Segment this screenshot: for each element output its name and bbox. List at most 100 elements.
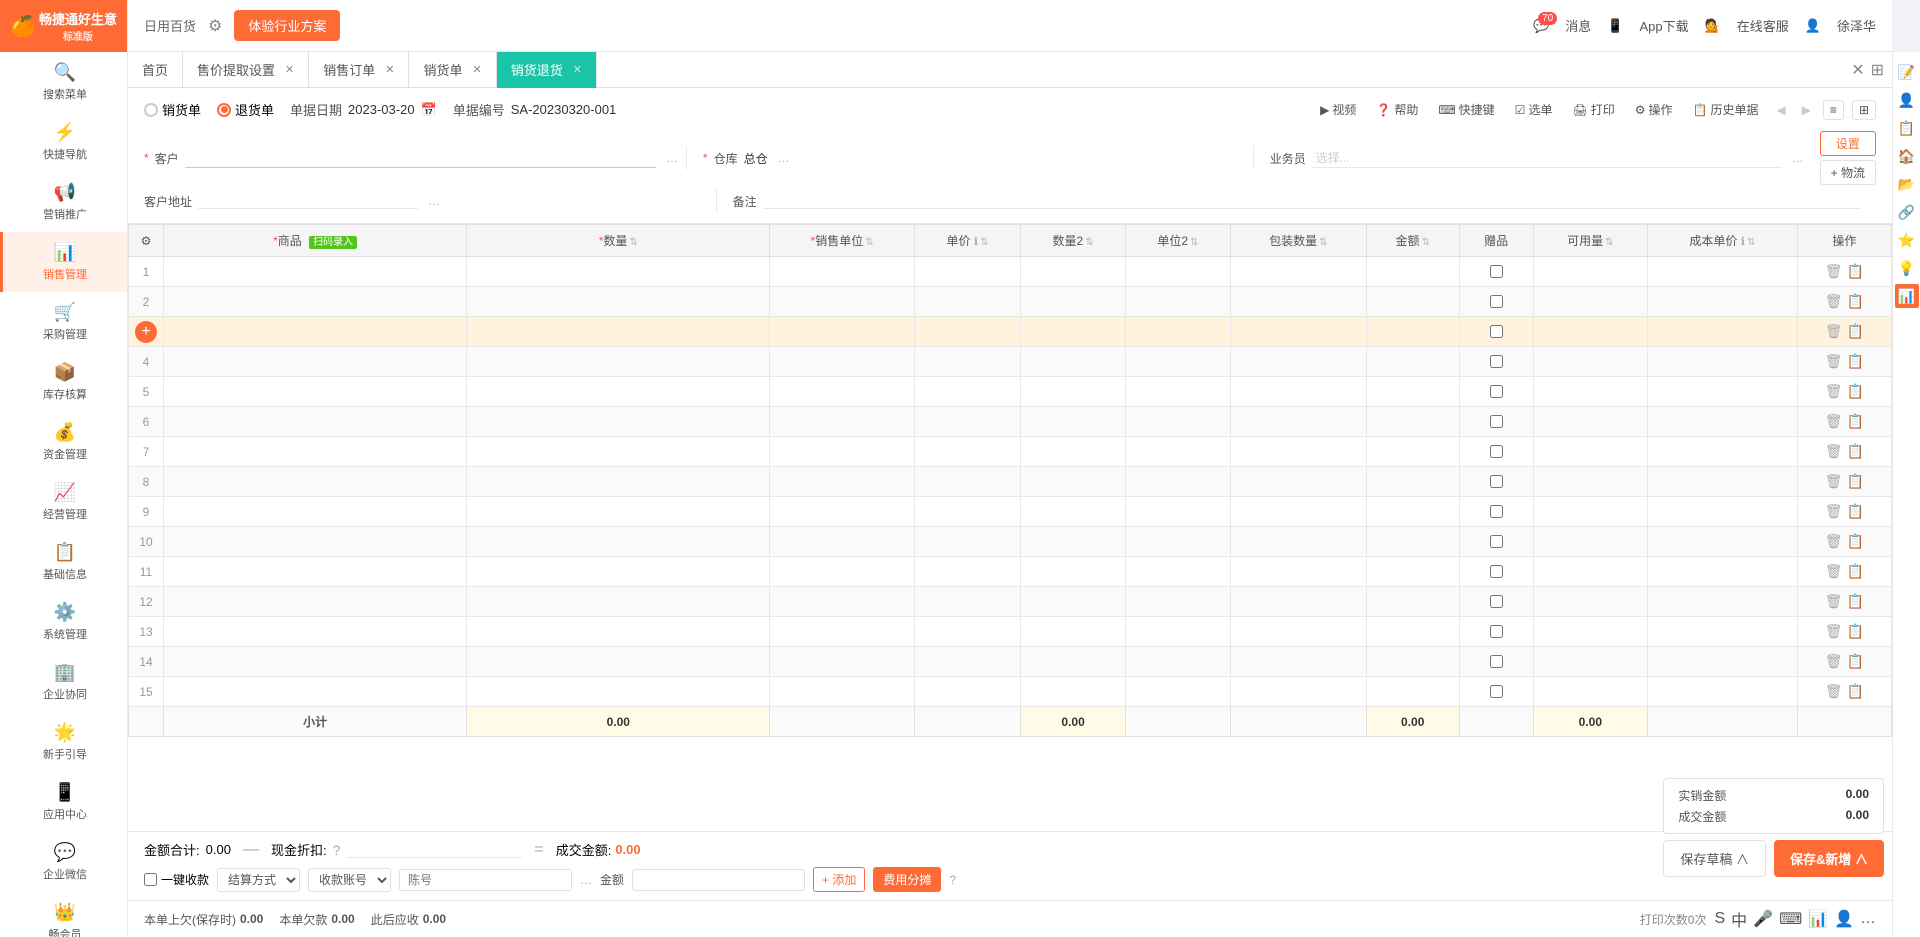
copy-icon-active[interactable]: 📋 (1847, 323, 1864, 340)
qty2-sort-icon[interactable]: ⇅ (1085, 237, 1093, 248)
customer-input[interactable] (185, 149, 656, 168)
delete-icon-13[interactable]: 🗑 (1825, 623, 1843, 640)
gift-checkbox-1[interactable] (1490, 265, 1503, 278)
account-select[interactable]: 收款账号 (308, 868, 391, 892)
toolbar-shortcut[interactable]: ⌨ 快捷键 (1432, 98, 1500, 121)
add-row-button[interactable]: + (135, 321, 157, 343)
copy-icon-2[interactable]: 📋 (1847, 293, 1864, 310)
delete-icon-14[interactable]: 🗑 (1825, 653, 1843, 670)
sidebar-item-quicknav[interactable]: ⚡ 快捷导航 (0, 112, 127, 172)
gift-checkbox-13[interactable] (1490, 625, 1503, 638)
tab-sales-order-close[interactable]: ✕ (385, 63, 394, 76)
table-icon[interactable]: 📊 (1808, 909, 1828, 929)
delete-icon-8[interactable]: 🗑 (1825, 473, 1843, 490)
sidebar-item-newguide[interactable]: 🌟 新手引导 (0, 712, 127, 772)
sales-unit-sort-icon[interactable]: ⇅ (865, 237, 873, 248)
pack-qty-cell-1[interactable] (1230, 257, 1366, 287)
gift-cell-11[interactable] (1459, 557, 1533, 587)
logistics-button[interactable]: + 物流 (1820, 160, 1876, 185)
qty2-cell-1[interactable] (1021, 257, 1126, 287)
qty-cell-1[interactable] (467, 257, 770, 287)
unit-price-cell-2[interactable] (914, 287, 1020, 317)
unit2-sort-icon[interactable]: ⇅ (1190, 237, 1198, 248)
right-sidebar-icon-4[interactable]: 🏠 (1895, 144, 1919, 168)
available-cell-1[interactable] (1533, 257, 1647, 287)
pack-qty-cell-2[interactable] (1230, 287, 1366, 317)
gift-checkbox-10[interactable] (1490, 535, 1503, 548)
ellipsis-icon[interactable]: … (1860, 910, 1876, 928)
gift-cell-8[interactable] (1459, 467, 1533, 497)
sidebar-item-system[interactable]: ⚙️ 系统管理 (0, 592, 127, 652)
sidebar-item-wechat[interactable]: 💬 企业微信 (0, 832, 127, 892)
toolbar-print[interactable]: 🖨 打印 (1566, 98, 1620, 121)
copy-icon-7[interactable]: 📋 (1847, 443, 1864, 460)
sales-unit-cell-2[interactable] (770, 287, 915, 317)
copy-icon-4[interactable]: 📋 (1847, 353, 1864, 370)
copy-icon-5[interactable]: 📋 (1847, 383, 1864, 400)
tab-home[interactable]: 首页 (128, 52, 183, 88)
delete-icon-12[interactable]: 🗑 (1825, 593, 1843, 610)
payment-checkbox[interactable] (144, 873, 157, 886)
delete-icon-6[interactable]: 🗑 (1825, 413, 1843, 430)
gift-checkbox-4[interactable] (1490, 355, 1503, 368)
gift-checkbox-9[interactable] (1490, 505, 1503, 518)
amount-input[interactable] (632, 869, 805, 891)
copy-icon-1[interactable]: 📋 (1847, 263, 1864, 280)
copy-icon-8[interactable]: 📋 (1847, 473, 1864, 490)
delete-icon-10[interactable]: 🗑 (1825, 533, 1843, 550)
tab-sales-return[interactable]: 销货退货 ✕ (497, 52, 597, 88)
amount-cell-2[interactable] (1366, 287, 1459, 317)
gift-cell-13[interactable] (1459, 617, 1533, 647)
copy-icon-10[interactable]: 📋 (1847, 533, 1864, 550)
tab-sales-return-close[interactable]: ✕ (573, 63, 582, 76)
cost-price-info-icon[interactable]: ℹ (1741, 236, 1745, 248)
sidebar-item-sales[interactable]: 📊 销售管理 (0, 232, 127, 292)
mic-icon[interactable]: 🎤 (1753, 909, 1773, 929)
gift-cell-9[interactable] (1459, 497, 1533, 527)
available-sort-icon[interactable]: ⇅ (1605, 237, 1613, 248)
sidebar-item-enterprise[interactable]: 🏢 企业协同 (0, 652, 127, 712)
delete-icon-2[interactable]: 🗑 (1825, 293, 1843, 310)
gift-checkbox-active[interactable] (1490, 325, 1503, 338)
gift-checkbox-6[interactable] (1490, 415, 1503, 428)
cost-price-cell-1[interactable] (1648, 257, 1798, 287)
payment-method-select[interactable]: 结算方式 (217, 868, 300, 892)
customer-select-icon[interactable]: … (666, 151, 678, 165)
gift-checkbox-8[interactable] (1490, 475, 1503, 488)
available-cell-2[interactable] (1533, 287, 1647, 317)
available-cell-active[interactable] (1533, 317, 1647, 347)
product-cell-4[interactable] (164, 347, 467, 377)
tab-close-all-icon[interactable]: ✕ (1851, 60, 1864, 80)
amount-cell-active[interactable] (1366, 317, 1459, 347)
sidebar-item-basic[interactable]: 📋 基础信息 (0, 532, 127, 592)
toolbar-select[interactable]: ☑ 选单 (1509, 98, 1559, 121)
remark-input[interactable] (763, 194, 1860, 209)
right-sidebar-icon-1[interactable]: 📝 (1895, 60, 1919, 84)
delete-icon-11[interactable]: 🗑 (1825, 563, 1843, 580)
warehouse-select-icon[interactable]: … (778, 151, 790, 165)
online-service-label[interactable]: 在线客服 (1737, 16, 1789, 35)
address-select-icon[interactable]: … (428, 194, 440, 208)
right-sidebar-icon-3[interactable]: 📋 (1895, 116, 1919, 140)
qty-sort-icon[interactable]: ⇅ (629, 237, 637, 248)
dots-icon[interactable]: … (580, 873, 592, 887)
right-sidebar-icon-2[interactable]: 👤 (1895, 88, 1919, 112)
gift-cell-1[interactable] (1459, 257, 1533, 287)
copy-icon-9[interactable]: 📋 (1847, 503, 1864, 520)
tab-expand-icon[interactable]: ⊞ (1871, 60, 1884, 80)
pack-qty-sort-icon[interactable]: ⇅ (1319, 237, 1327, 248)
sidebar-item-purchase[interactable]: 🛒 采购管理 (0, 292, 127, 352)
pack-qty-cell-active[interactable] (1230, 317, 1366, 347)
copy-icon-15[interactable]: 📋 (1847, 683, 1864, 700)
cash-discount-input[interactable] (346, 842, 522, 858)
product-input-1[interactable] (170, 265, 460, 279)
gift-checkbox-15[interactable] (1490, 685, 1503, 698)
product-input-active[interactable] (170, 325, 460, 339)
sidebar-item-member[interactable]: 👑 畅会员 (0, 892, 127, 937)
copy-icon-12[interactable]: 📋 (1847, 593, 1864, 610)
delete-icon-active[interactable]: 🗑 (1825, 323, 1843, 340)
cash-discount-help-icon[interactable]: ? (333, 842, 341, 858)
row-add-btn-cell[interactable]: + (129, 317, 164, 347)
gift-cell-2[interactable] (1459, 287, 1533, 317)
trial-button[interactable]: 体验行业方案 (234, 10, 340, 41)
